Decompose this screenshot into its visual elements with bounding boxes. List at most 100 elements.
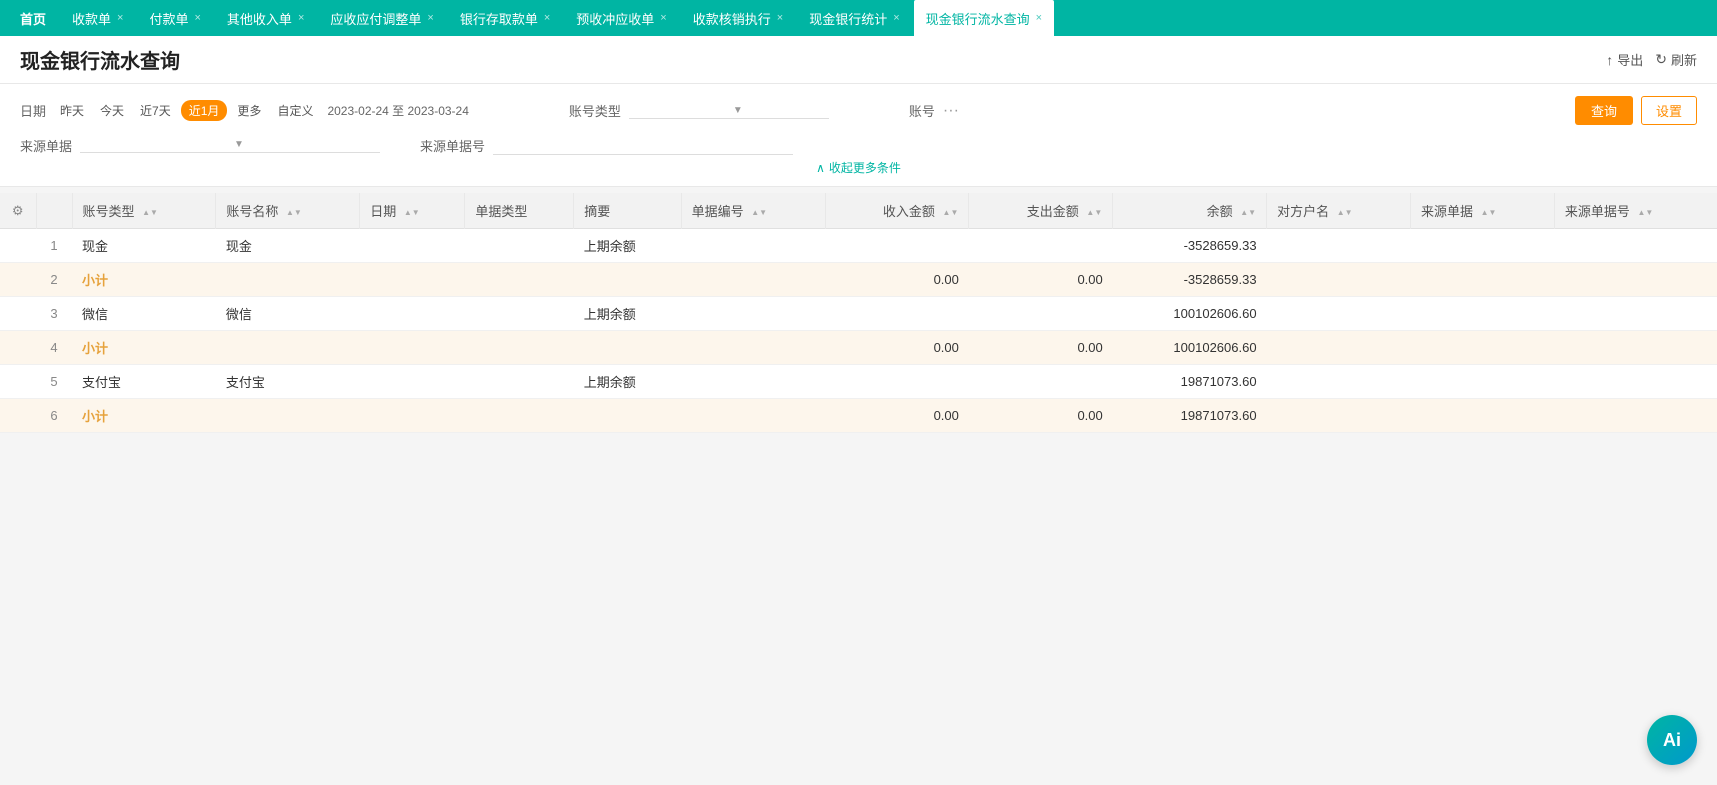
close-tab-adjustment-icon[interactable]: ×: [427, 12, 433, 24]
date-btn-yesterday[interactable]: 昨天: [54, 100, 90, 121]
date-btn-7days[interactable]: 近7天: [134, 100, 177, 121]
row-summary: 上期余额: [574, 297, 681, 331]
row-counterpart: [1267, 365, 1411, 399]
close-tab-verify-icon[interactable]: ×: [777, 12, 783, 24]
close-tab-fukuan-icon[interactable]: ×: [194, 12, 200, 24]
row-summary: [574, 399, 681, 433]
row-expense: [969, 365, 1113, 399]
filter-area: 日期 昨天 今天 近7天 近1月 更多 自定义 2023-02-24 至 202…: [0, 84, 1717, 187]
account-type-filter: 账号类型 ▼: [569, 101, 829, 120]
row-doc-num: [681, 331, 825, 365]
nav-tab-bank-deposit[interactable]: 银行存取款单 ×: [448, 0, 562, 36]
col-expense: 支出金额 ▲▼: [969, 193, 1113, 229]
row-source-doc-num: [1554, 331, 1717, 365]
nav-tab-stats[interactable]: 现金银行统计 ×: [797, 0, 911, 36]
sort-expense-icon[interactable]: ▲▼: [1086, 209, 1102, 217]
nav-tab-verify[interactable]: 收款核销执行 ×: [681, 0, 795, 36]
collapse-bar[interactable]: ∧ 收起更多条件: [20, 155, 1697, 176]
row-counterpart: [1267, 263, 1411, 297]
row-income: [825, 297, 969, 331]
account-type-label: 账号类型: [569, 101, 621, 120]
nav-tab-shokuan[interactable]: 收款单 ×: [60, 0, 135, 36]
table-row: 4 小计 0.00 0.00 100102606.60: [0, 331, 1717, 365]
row-counterpart: [1267, 297, 1411, 331]
refresh-button[interactable]: ↻ 刷新: [1655, 50, 1697, 69]
close-tab-bank-deposit-icon[interactable]: ×: [544, 12, 550, 24]
nav-tab-other-income[interactable]: 其他收入单 ×: [215, 0, 316, 36]
date-range-text: 2023-02-24 至 2023-03-24: [327, 102, 468, 119]
nav-tab-cashflow[interactable]: 现金银行流水查询 ×: [914, 0, 1054, 36]
col-source-doc-num: 来源单据号 ▲▼: [1554, 193, 1717, 229]
col-doc-type: 单据类型: [465, 193, 574, 229]
table-row: 3 微信 微信 上期余额 100102606.60: [0, 297, 1717, 331]
row-summary: 上期余额: [574, 365, 681, 399]
close-tab-other-income-icon[interactable]: ×: [298, 12, 304, 24]
sort-income-icon[interactable]: ▲▼: [943, 209, 959, 217]
close-tab-shokuan-icon[interactable]: ×: [117, 12, 123, 24]
row-account-name: 支付宝: [216, 365, 360, 399]
export-button[interactable]: ↑ 导出: [1606, 50, 1643, 69]
row-date: [360, 331, 465, 365]
table-header-row: ⚙ 账号类型 ▲▼ 账号名称 ▲▼ 日期 ▲▼ 单据类型 摘要 单: [0, 193, 1717, 229]
row-source-doc-num: [1554, 399, 1717, 433]
nav-tab-advance[interactable]: 预收冲应收单 ×: [564, 0, 678, 36]
col-summary: 摘要: [574, 193, 681, 229]
row-doc-num: [681, 365, 825, 399]
gear-icon[interactable]: ⚙: [12, 203, 24, 218]
sort-account-type-icon[interactable]: ▲▼: [142, 209, 158, 217]
col-counterpart: 对方户名 ▲▼: [1267, 193, 1411, 229]
data-table: ⚙ 账号类型 ▲▼ 账号名称 ▲▼ 日期 ▲▼ 单据类型 摘要 单: [0, 193, 1717, 433]
row-income: 0.00: [825, 263, 969, 297]
row-gear: [0, 229, 36, 263]
table-row: 1 现金 现金 上期余额 -3528659.33: [0, 229, 1717, 263]
row-index: 2: [36, 263, 72, 297]
row-counterpart: [1267, 229, 1411, 263]
col-index: [36, 193, 72, 229]
row-date: [360, 263, 465, 297]
sort-source-doc-num-icon[interactable]: ▲▼: [1637, 209, 1653, 217]
row-gear: [0, 399, 36, 433]
sort-counterpart-icon[interactable]: ▲▼: [1337, 209, 1353, 217]
row-source-doc-num: [1554, 263, 1717, 297]
row-summary: [574, 331, 681, 365]
row-counterpart: [1267, 331, 1411, 365]
close-tab-stats-icon[interactable]: ×: [893, 12, 899, 24]
close-tab-advance-icon[interactable]: ×: [660, 12, 666, 24]
nav-tab-adjustment[interactable]: 应收应付调整单 ×: [318, 0, 445, 36]
row-expense: 0.00: [969, 399, 1113, 433]
date-btn-custom[interactable]: 自定义: [271, 100, 319, 121]
sort-balance-icon[interactable]: ▲▼: [1240, 209, 1256, 217]
date-btn-today[interactable]: 今天: [94, 100, 130, 121]
page-header: 现金银行流水查询 ↑ 导出 ↻ 刷新: [0, 36, 1717, 84]
query-button[interactable]: 查询: [1575, 96, 1633, 125]
col-source-doc: 来源单据 ▲▼: [1410, 193, 1554, 229]
row-source-doc: [1410, 399, 1554, 433]
sort-account-name-icon[interactable]: ▲▼: [286, 209, 302, 217]
ai-assistant-button[interactable]: Ai: [1647, 715, 1697, 765]
sort-date-icon[interactable]: ▲▼: [404, 209, 420, 217]
row-account-name: 微信: [216, 297, 360, 331]
date-btn-more[interactable]: 更多: [231, 100, 267, 121]
source-doc-select[interactable]: ▼: [80, 137, 380, 153]
nav-home[interactable]: 首页: [8, 0, 58, 36]
row-doc-num: [681, 263, 825, 297]
settings-button[interactable]: 设置: [1641, 96, 1697, 125]
account-type-select[interactable]: ▼: [629, 103, 829, 119]
source-doc-arrow-icon: ▼: [230, 137, 380, 152]
row-index: 3: [36, 297, 72, 331]
row-account-type: 小计: [72, 399, 216, 433]
table-row: 5 支付宝 支付宝 上期余额 19871073.60: [0, 365, 1717, 399]
row-income: [825, 229, 969, 263]
collapse-up-icon: ∧: [816, 161, 825, 175]
source-doc-num-input[interactable]: [493, 135, 793, 154]
account-dots-icon[interactable]: ···: [943, 102, 959, 120]
sort-doc-num-icon[interactable]: ▲▼: [751, 209, 767, 217]
close-tab-cashflow-icon[interactable]: ×: [1036, 12, 1042, 24]
row-account-type: 现金: [72, 229, 216, 263]
filter-row-2: 来源单据 ▼ 来源单据号: [20, 135, 1697, 155]
col-income: 收入金额 ▲▼: [825, 193, 969, 229]
sort-source-doc-icon[interactable]: ▲▼: [1481, 209, 1497, 217]
row-gear: [0, 297, 36, 331]
date-btn-1month[interactable]: 近1月: [181, 100, 228, 121]
nav-tab-fukuan[interactable]: 付款单 ×: [137, 0, 212, 36]
